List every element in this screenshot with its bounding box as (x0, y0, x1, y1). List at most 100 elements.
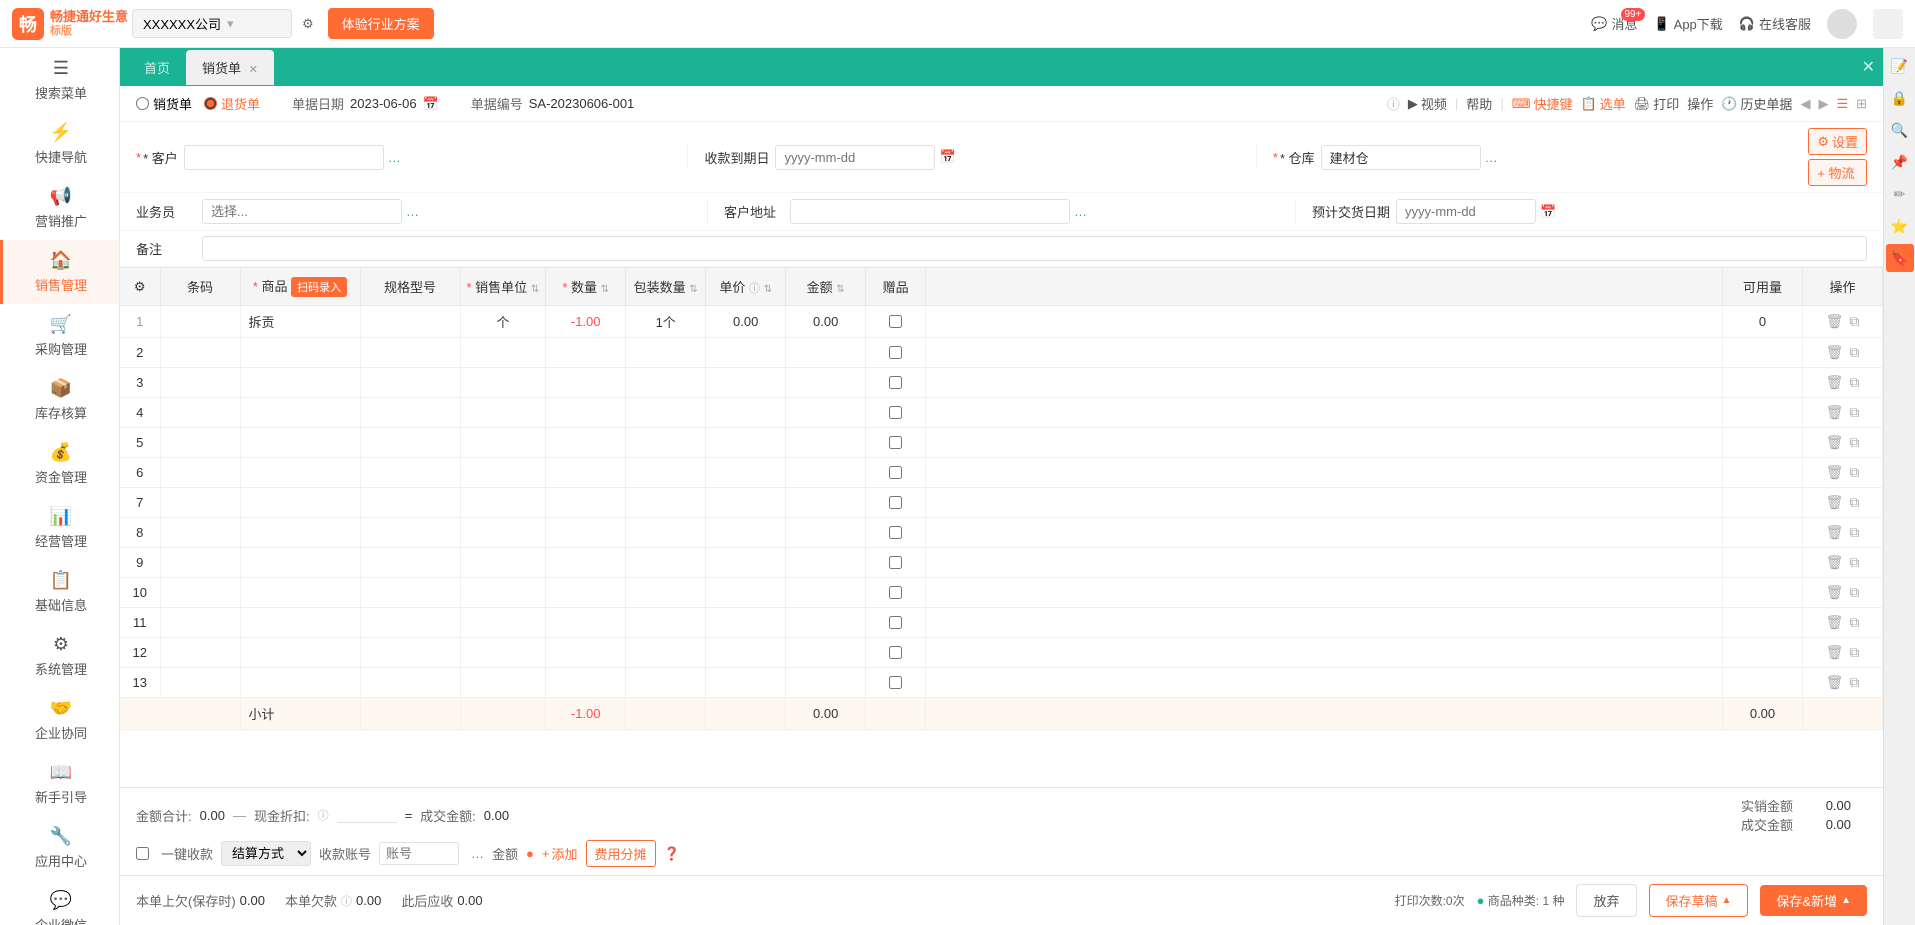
delete-row-icon[interactable]: 🗑 (1826, 434, 1844, 451)
copy-row-icon[interactable]: ⧉ (1849, 644, 1859, 661)
th-settings[interactable]: ⚙ (120, 268, 160, 306)
row-qty[interactable] (546, 338, 626, 368)
sidebar-item-apps[interactable]: 🔧 应用中心 (0, 816, 119, 880)
row-goods[interactable]: 拆贡 (240, 306, 360, 338)
copy-row-icon[interactable]: ⧉ (1849, 524, 1859, 541)
customer-address-input[interactable] (790, 199, 1070, 224)
save-draft-button[interactable]: 保存草稿 ▲ (1649, 884, 1749, 917)
expense-help-icon[interactable]: ❓ (664, 846, 680, 862)
right-panel-icon-2[interactable]: 🔒 (1886, 84, 1914, 112)
add-icon[interactable]: ● (526, 846, 534, 861)
list-view-icon[interactable]: ☰ (1836, 96, 1848, 112)
right-panel-icon-3[interactable]: 🔍 (1886, 116, 1914, 144)
delete-row-icon[interactable]: 🗑 (1826, 494, 1844, 511)
delete-row-icon[interactable]: 🗑 (1826, 313, 1844, 330)
save-new-button[interactable]: 保存&新增 ▲ (1760, 885, 1867, 916)
user-avatar[interactable] (1827, 9, 1857, 39)
copy-row-icon[interactable]: ⧉ (1849, 313, 1859, 330)
gift-checkbox[interactable] (889, 315, 902, 328)
row-barcode[interactable] (160, 306, 240, 338)
copy-row-icon[interactable]: ⧉ (1849, 374, 1859, 391)
warehouse-input[interactable] (1321, 145, 1481, 170)
right-panel-icon-4[interactable]: 📌 (1886, 148, 1914, 176)
sidebar-item-sales[interactable]: 🏠 销售管理 (0, 240, 119, 304)
row-barcode[interactable] (160, 338, 240, 368)
row-price[interactable] (706, 338, 786, 368)
tab-close-icon[interactable]: ✕ (249, 64, 258, 76)
operate-action[interactable]: 操作 (1687, 94, 1713, 113)
gift-checkbox[interactable] (889, 436, 902, 449)
delete-row-icon[interactable]: 🗑 (1826, 344, 1844, 361)
delete-row-icon[interactable]: 🗑 (1826, 374, 1844, 391)
sidebar-item-finance[interactable]: 💰 资金管理 (0, 432, 119, 496)
sidebar-item-wechat[interactable]: 💬 企业微信 (0, 880, 119, 925)
gift-checkbox[interactable] (889, 646, 902, 659)
receive-date-calendar-icon[interactable]: 📅 (939, 149, 955, 165)
warehouse-dots[interactable]: … (1485, 150, 1498, 165)
sidebar-item-management[interactable]: 📊 经营管理 (0, 496, 119, 560)
next-icon[interactable]: ▶ (1818, 96, 1828, 112)
account-dots[interactable]: … (471, 846, 484, 861)
row-price[interactable]: 0.00 (706, 306, 786, 338)
copy-row-icon[interactable]: ⧉ (1849, 434, 1859, 451)
copy-row-icon[interactable]: ⧉ (1849, 584, 1859, 601)
one-click-pay-checkbox[interactable] (136, 847, 149, 860)
receive-date-input[interactable] (775, 145, 935, 170)
delete-row-icon[interactable]: 🗑 (1826, 614, 1844, 631)
sidebar-item-guide[interactable]: 📖 新手引导 (0, 752, 119, 816)
row-spec[interactable] (360, 306, 460, 338)
copy-row-icon[interactable]: ⧉ (1849, 404, 1859, 421)
account-input[interactable] (379, 842, 459, 865)
gift-checkbox[interactable] (889, 586, 902, 599)
row-amount[interactable] (786, 338, 866, 368)
select-action[interactable]: 📋 选单 (1580, 94, 1625, 113)
copy-row-icon[interactable]: ⧉ (1849, 464, 1859, 481)
customer-dots[interactable]: … (388, 150, 401, 165)
copy-row-icon[interactable]: ⧉ (1849, 344, 1859, 361)
app-download-button[interactable]: 📱 App下载 (1653, 14, 1722, 33)
delete-row-icon[interactable]: 🗑 (1826, 404, 1844, 421)
company-selector[interactable]: XXXXXX公司 ▾ (132, 9, 292, 38)
row-pkgqty[interactable]: 1个 (626, 306, 706, 338)
copy-row-icon[interactable]: ⧉ (1849, 494, 1859, 511)
settle-method-select[interactable]: 结算方式 (221, 841, 311, 866)
delete-row-icon[interactable]: 🗑 (1826, 464, 1844, 481)
logistics-button[interactable]: + 物流 (1808, 159, 1867, 186)
customer-input[interactable] (184, 145, 384, 170)
delete-row-icon[interactable]: 🗑 (1826, 584, 1844, 601)
gift-checkbox[interactable] (889, 556, 902, 569)
sidebar-item-basic[interactable]: 📋 基础信息 (0, 560, 119, 624)
staff-input[interactable] (202, 199, 402, 224)
expected-date-input[interactable] (1396, 199, 1536, 224)
discount-input[interactable] (337, 807, 397, 823)
address-dots[interactable]: … (1074, 204, 1087, 219)
sidebar-item-collab[interactable]: 🤝 企业协同 (0, 688, 119, 752)
settings-button[interactable]: ⚙ 设置 (1808, 128, 1867, 155)
delete-row-icon[interactable]: 🗑 (1826, 674, 1844, 691)
expected-date-calendar-icon[interactable]: 📅 (1540, 204, 1556, 220)
scan-button[interactable]: 扫码录入 (291, 277, 347, 297)
gift-checkbox[interactable] (889, 376, 902, 389)
user-menu-button[interactable] (1873, 9, 1903, 39)
tab-sales-order[interactable]: 销货单 ✕ (186, 50, 274, 85)
row-spec[interactable] (360, 338, 460, 368)
help-action[interactable]: 帮助 (1466, 94, 1492, 113)
row-goods[interactable] (240, 338, 360, 368)
row-gift[interactable] (866, 306, 926, 338)
gift-checkbox[interactable] (889, 346, 902, 359)
message-button[interactable]: 💬 消息 99+ (1591, 14, 1637, 33)
radio-sale[interactable]: 销货单 (136, 94, 192, 113)
sidebar-item-system[interactable]: ⚙ 系统管理 (0, 624, 119, 688)
gift-checkbox[interactable] (889, 406, 902, 419)
gift-checkbox[interactable] (889, 526, 902, 539)
row-amount[interactable]: 0.00 (786, 306, 866, 338)
gift-checkbox[interactable] (889, 616, 902, 629)
trial-button[interactable]: 体验行业方案 (328, 8, 434, 39)
close-window-icon[interactable]: ✕ (1862, 57, 1875, 77)
row-unit[interactable] (460, 338, 546, 368)
sidebar-item-inventory[interactable]: 📦 库存核算 (0, 368, 119, 432)
shortcut-action[interactable]: ⌨ 快捷键 (1512, 94, 1573, 113)
radio-return[interactable]: 退货单 (204, 94, 260, 113)
expense-button[interactable]: 费用分摊 (586, 840, 656, 867)
right-panel-icon-5[interactable]: ✏ (1886, 180, 1914, 208)
